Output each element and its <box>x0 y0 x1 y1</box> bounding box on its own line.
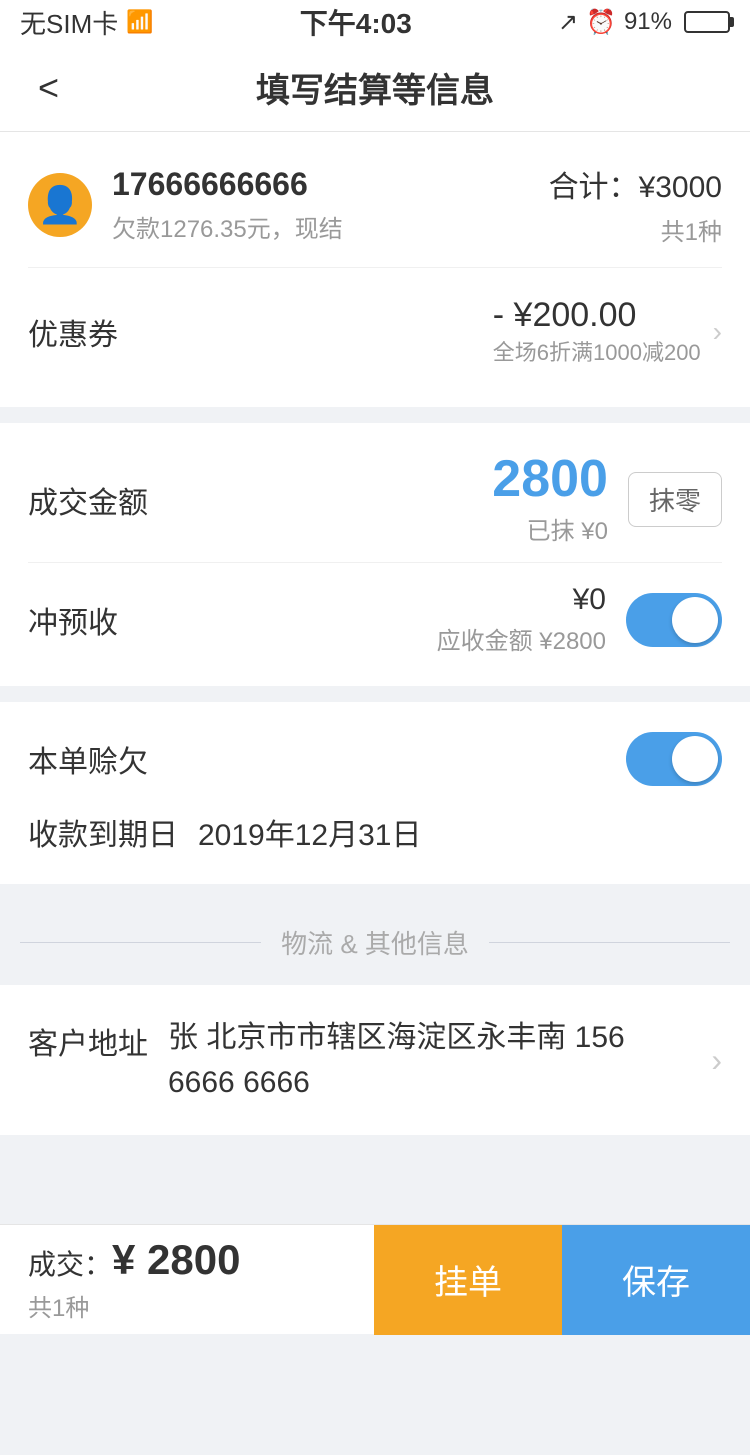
coupon-detail: 全场6折满1000减200 <box>493 335 701 367</box>
nav-bar: < 填写结算等信息 <box>0 44 750 132</box>
location-icon: ↗ <box>558 8 578 37</box>
status-time: 下午4:03 <box>300 2 412 42</box>
prereceive-label: 冲预收 <box>28 598 118 642</box>
prereceive-row: 冲预收 ¥0 应收金额 ¥2800 <box>28 583 722 656</box>
customer-phone: 17666666666 <box>112 166 343 203</box>
logistics-line-left <box>20 942 261 943</box>
battery-icon <box>684 11 730 33</box>
deal-amount-value: 2800 <box>492 450 608 508</box>
bottom-deal-label: 成交：¥ 2800 <box>28 1236 346 1284</box>
avatar: 👤 <box>28 173 92 237</box>
deal-amount-right: 2800 已抹 ¥0 抹零 <box>492 453 722 546</box>
status-left: 无SIM卡 📶 <box>20 4 154 41</box>
back-button[interactable]: < <box>28 57 69 119</box>
customer-info: 17666666666 欠款1276.35元，现结 <box>112 166 343 244</box>
status-bar: 无SIM卡 📶 下午4:03 ↗ ⏰ 91% <box>0 0 750 44</box>
deal-value-container: 2800 已抹 ¥0 <box>492 453 608 546</box>
logistics-line-right <box>489 942 730 943</box>
prereceive-info: ¥0 应收金额 ¥2800 <box>437 583 606 656</box>
bottom-bar: 成交：¥ 2800 共1种 挂单 保存 <box>0 1224 750 1334</box>
deal-amount-label: 成交金额 <box>28 478 148 522</box>
credit-card: 本单赊欠 收款到期日 2019年12月31日 <box>0 702 750 884</box>
page-title: 填写结算等信息 <box>256 63 494 112</box>
customer-right: 合计：¥3000 共1种 <box>549 162 722 247</box>
battery-percentage: 91% <box>624 8 672 36</box>
prereceive-right: ¥0 应收金额 ¥2800 <box>437 583 722 656</box>
deal-amount-sub: 已抹 ¥0 <box>492 511 608 546</box>
save-button[interactable]: 保存 <box>562 1225 750 1335</box>
customer-left: 👤 17666666666 欠款1276.35元，现结 <box>28 166 343 244</box>
address-chevron-icon: › <box>711 1042 722 1079</box>
coupon-chevron-icon: › <box>713 316 722 348</box>
coupon-label: 优惠券 <box>28 310 118 354</box>
deal-amount-row: 成交金额 2800 已抹 ¥0 抹零 <box>28 453 722 546</box>
customer-sub: 欠款1276.35元，现结 <box>112 209 343 244</box>
prereceive-amount: ¥0 <box>437 583 606 617</box>
status-right: ↗ ⏰ 91% <box>558 8 730 37</box>
coupon-info: - ¥200.00 全场6折满1000减200 <box>493 296 701 367</box>
divider <box>28 562 722 563</box>
avatar-person-icon: 👤 <box>38 184 83 226</box>
total-label: 合计： <box>549 171 639 204</box>
total-amount: ¥3000 <box>639 171 722 204</box>
customer-total: 合计：¥3000 <box>549 162 722 206</box>
prereceive-toggle[interactable] <box>626 593 722 647</box>
credit-toggle-knob <box>672 736 718 782</box>
due-date-row: 收款到期日 2019年12月31日 <box>28 810 722 854</box>
coupon-discount: - ¥200.00 <box>493 296 701 335</box>
hang-button[interactable]: 挂单 <box>374 1225 562 1335</box>
alarm-icon: ⏰ <box>586 8 616 37</box>
customer-count: 共1种 <box>549 212 722 247</box>
address-label: 客户地址 <box>28 1015 148 1063</box>
deal-total: ¥ 2800 <box>112 1236 240 1283</box>
round-button[interactable]: 抹零 <box>628 472 722 527</box>
amount-card: 成交金额 2800 已抹 ¥0 抹零 冲预收 ¥0 应收金额 ¥2800 <box>0 423 750 686</box>
address-row: 客户地址 张 北京市市辖区海淀区永丰南 156 6666 6666 › <box>28 1015 722 1105</box>
bottom-count: 共1种 <box>28 1288 346 1323</box>
customer-card: 👤 17666666666 欠款1276.35元，现结 合计：¥3000 共1种… <box>0 132 750 407</box>
credit-label: 本单赊欠 <box>28 737 148 781</box>
address-card[interactable]: 客户地址 张 北京市市辖区海淀区永丰南 156 6666 6666 › <box>0 985 750 1135</box>
credit-toggle[interactable] <box>626 732 722 786</box>
coupon-row[interactable]: 优惠券 - ¥200.00 全场6折满1000减200 › <box>28 267 722 377</box>
deal-label: 成交： <box>28 1249 112 1280</box>
bottom-info: 成交：¥ 2800 共1种 <box>0 1236 374 1323</box>
coupon-right: - ¥200.00 全场6折满1000减200 › <box>493 296 722 367</box>
carrier-text: 无SIM卡 <box>20 4 118 41</box>
logistics-text: 物流 & 其他信息 <box>281 924 469 961</box>
credit-row: 本单赊欠 <box>28 732 722 786</box>
due-date-value: 2019年12月31日 <box>198 810 421 854</box>
customer-row: 👤 17666666666 欠款1276.35元，现结 合计：¥3000 共1种 <box>28 162 722 247</box>
prereceive-sub: 应收金额 ¥2800 <box>437 621 606 656</box>
toggle-knob <box>672 597 718 643</box>
logistics-divider: 物流 & 其他信息 <box>0 900 750 985</box>
wifi-icon: 📶 <box>126 9 153 35</box>
due-date-label: 收款到期日 <box>28 810 178 854</box>
address-value: 张 北京市市辖区海淀区永丰南 156 6666 6666 <box>168 1015 699 1105</box>
